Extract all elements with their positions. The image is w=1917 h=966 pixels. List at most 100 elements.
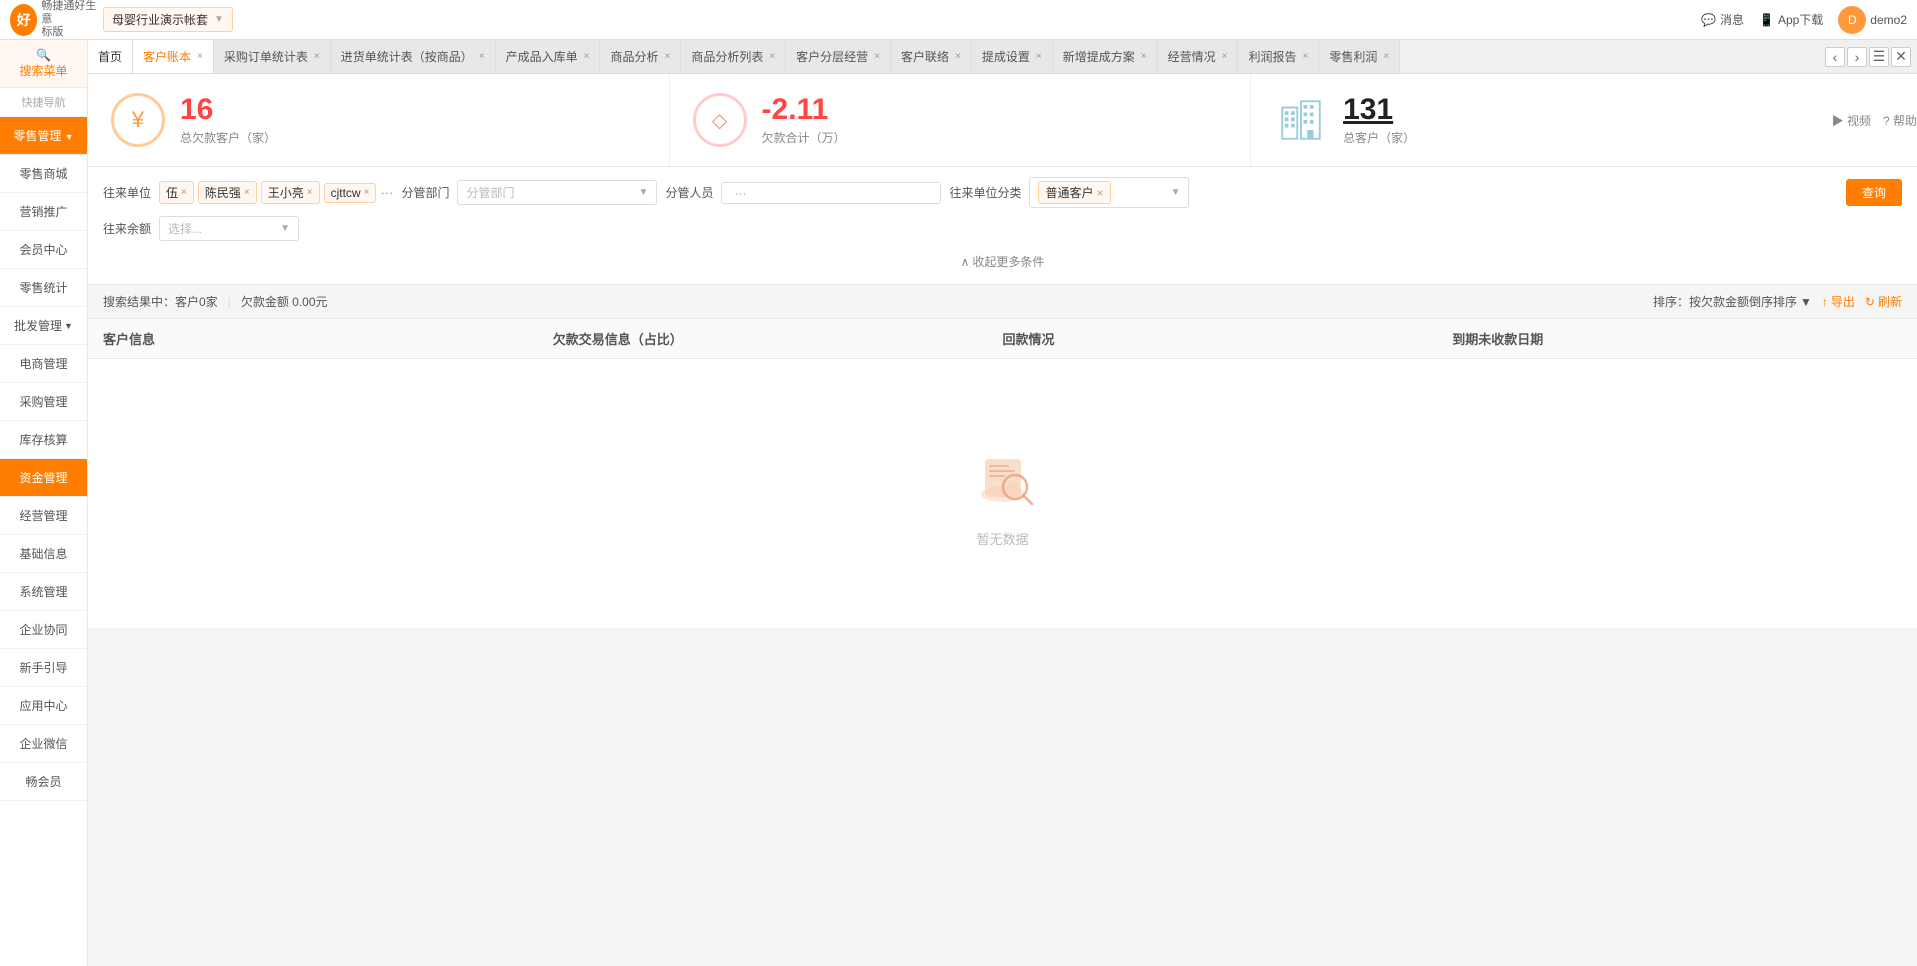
tab-close-profit-report[interactable]: × <box>1302 51 1308 62</box>
sidebar-item-marketing[interactable]: 营销推广 <box>0 193 87 231</box>
stat-item-3: 131 总客户（家） <box>1250 74 1832 166</box>
message-icon: 💬 <box>1701 13 1716 27</box>
unit-class-label: 往来单位分类 <box>949 184 1021 201</box>
sidebar-item-system[interactable]: 系统管理 <box>0 573 87 611</box>
sidebar-item-member[interactable]: 畅会员 <box>0 763 87 801</box>
sidebar-item-retail-stats[interactable]: 零售统计 <box>0 269 87 307</box>
tab-close-all-btn[interactable]: ✕ <box>1891 47 1911 67</box>
tab-close-new-commission[interactable]: × <box>1141 51 1147 62</box>
sidebar-item-wechat-work[interactable]: 企业微信 <box>0 725 87 763</box>
sidebar-item-finance[interactable]: 资金管理 <box>0 459 87 497</box>
chevron-down-icon: ▼ <box>65 132 74 142</box>
logo-area: 好 畅捷通好生意 标版 <box>10 0 98 39</box>
sidebar-item-enterprise[interactable]: 企业协同 <box>0 611 87 649</box>
sidebar-item-retail-management[interactable]: 零售管理 ▼ <box>0 117 87 155</box>
col-header-repay: 回款情况 <box>1003 329 1453 348</box>
filter-more-tags[interactable]: ··· <box>380 185 393 200</box>
tab-close-purchase-order-stats[interactable]: × <box>314 51 320 62</box>
sidebar-item-purchase[interactable]: 采购管理 <box>0 383 87 421</box>
filter-tag-wu[interactable]: 伍 × <box>159 181 194 204</box>
phone-icon: 📱 <box>1759 13 1774 27</box>
sidebar-item-app-center[interactable]: 应用中心 <box>0 687 87 725</box>
tab-customer-tier[interactable]: 客户分层经营 × <box>786 40 891 74</box>
search-button[interactable]: 查询 <box>1846 179 1902 206</box>
person-label: 分管人员 <box>665 184 713 201</box>
sidebar-item-wholesale[interactable]: 批发管理 ▼ <box>0 307 87 345</box>
tab-product-analysis-list[interactable]: 商品分析列表 × <box>681 40 786 74</box>
sidebar-item-member-center[interactable]: 会员中心 <box>0 231 87 269</box>
sidebar-nav-label: 快捷导航 <box>0 88 87 117</box>
tab-profit-report[interactable]: 利润报告 × <box>1238 40 1319 74</box>
tab-close-customer-contact[interactable]: × <box>955 51 961 62</box>
col-header-debt: 欠款交易信息（占比） <box>553 329 1003 348</box>
export-btn[interactable]: ↑ 导出 <box>1822 293 1855 310</box>
sidebar-item-guide[interactable]: 新手引导 <box>0 649 87 687</box>
stat-item-2: ◇ -2.11 欠款合计（万） <box>669 74 1251 166</box>
col-header-customer: 客户信息 <box>103 329 553 348</box>
balance-select[interactable]: 选择... ▼ <box>159 216 299 241</box>
dept-select[interactable]: 分管部门 ▼ <box>457 180 657 205</box>
tab-operations[interactable]: 经营情况 × <box>1158 40 1239 74</box>
unit-class-tag-remove[interactable]: × <box>1097 186 1104 200</box>
messages-btn[interactable]: 💬 消息 <box>1701 11 1744 28</box>
avatar: D <box>1838 6 1866 34</box>
logo-text: 畅捷通好生意 标版 <box>41 0 98 39</box>
store-selector[interactable]: 母婴行业演示帐套 ▼ <box>103 7 233 32</box>
sidebar-item-retail-mall[interactable]: 零售商城 <box>0 155 87 193</box>
tab-next-btn[interactable]: › <box>1847 47 1867 67</box>
sidebar-search[interactable]: 🔍 搜索菜单 <box>0 40 87 88</box>
video-btn[interactable]: ▶ 视频 <box>1832 112 1871 129</box>
tab-purchase-order-stats[interactable]: 采购订单统计表 × <box>214 40 331 74</box>
sidebar-item-operations[interactable]: 经营管理 <box>0 497 87 535</box>
filter-tag-cj[interactable]: cjttcw × <box>324 183 377 203</box>
refresh-btn[interactable]: ↻ 刷新 <box>1865 293 1902 310</box>
person-input[interactable]: ··· <box>721 182 941 204</box>
tab-close-retail-profit[interactable]: × <box>1383 51 1389 62</box>
tab-close-operations[interactable]: × <box>1222 51 1228 62</box>
empty-state: 暂无数据 <box>88 359 1917 628</box>
sidebar-item-inventory[interactable]: 库存核算 <box>0 421 87 459</box>
remove-tag-wu[interactable]: × <box>181 187 187 198</box>
sidebar-item-ecommerce[interactable]: 电商管理 <box>0 345 87 383</box>
remove-tag-cj[interactable]: × <box>364 187 370 198</box>
tab-close-inbound-stats[interactable]: × <box>479 51 485 62</box>
sidebar-item-basic-info[interactable]: 基础信息 <box>0 535 87 573</box>
tab-list-btn[interactable]: ☰ <box>1869 47 1889 67</box>
tab-close-customer-tier[interactable]: × <box>874 51 880 62</box>
sort-select[interactable]: 排序：按欠款金额倒序排序 ▼ <box>1653 293 1812 310</box>
filter-tag-wang[interactable]: 王小亮 × <box>261 181 320 204</box>
tab-customer-contact[interactable]: 客户联络 × <box>891 40 972 74</box>
tab-close-product-analysis[interactable]: × <box>664 51 670 62</box>
balance-label: 往来余额 <box>103 220 151 237</box>
tab-close-commission-settings[interactable]: × <box>1036 51 1042 62</box>
stat-3-value: 131 <box>1343 95 1415 125</box>
tab-product-inbound[interactable]: 产成品入库单 × <box>496 40 601 74</box>
remove-tag-chen[interactable]: × <box>244 187 250 198</box>
help-btn[interactable]: ? 帮助 <box>1883 112 1917 129</box>
tab-new-commission[interactable]: 新增提成方案 × <box>1053 40 1158 74</box>
stat-1-value: 16 <box>180 95 276 125</box>
tab-bar: 首页 客户账本 × 采购订单统计表 × 进货单统计表（按商品） × 产成品入库单… <box>88 40 1917 74</box>
tab-product-analysis[interactable]: 商品分析 × <box>600 40 681 74</box>
tab-home[interactable]: 首页 <box>88 40 133 74</box>
sort-label: 排序：按欠款金额倒序排序 <box>1653 293 1797 310</box>
collapse-btn[interactable]: ∧ 收起更多条件 <box>103 249 1902 274</box>
tab-prev-btn[interactable]: ‹ <box>1825 47 1845 67</box>
tab-commission-settings[interactable]: 提成设置 × <box>972 40 1053 74</box>
tab-inbound-stats[interactable]: 进货单统计表（按商品） × <box>331 40 496 74</box>
sort-arrow-icon: ▼ <box>1800 295 1812 309</box>
table-container: 客户信息 欠款交易信息（占比） 回款情况 到期未收款日期 <box>88 319 1917 628</box>
unit-class-select[interactable]: 普通客户 × ▼ <box>1029 177 1189 208</box>
stat-3-label: 总客户（家） <box>1343 129 1415 146</box>
user-btn[interactable]: D demo2 <box>1838 6 1907 34</box>
unit-class-tag[interactable]: 普通客户 × <box>1038 181 1110 204</box>
app-download-btn[interactable]: 📱 App下载 <box>1759 11 1823 28</box>
tab-close-customer-ledger[interactable]: × <box>197 51 203 62</box>
tab-close-product-inbound[interactable]: × <box>584 51 590 62</box>
filter-tag-chen[interactable]: 陈民强 × <box>198 181 257 204</box>
main-layout: 🔍 搜索菜单 快捷导航 零售管理 ▼ 零售商城 营销推广 会员中心 零售统计 批… <box>0 40 1917 966</box>
tab-close-product-analysis-list[interactable]: × <box>769 51 775 62</box>
remove-tag-wang[interactable]: × <box>307 187 313 198</box>
tab-retail-profit[interactable]: 零售利润 × <box>1319 40 1400 74</box>
tab-customer-ledger[interactable]: 客户账本 × <box>133 40 214 74</box>
